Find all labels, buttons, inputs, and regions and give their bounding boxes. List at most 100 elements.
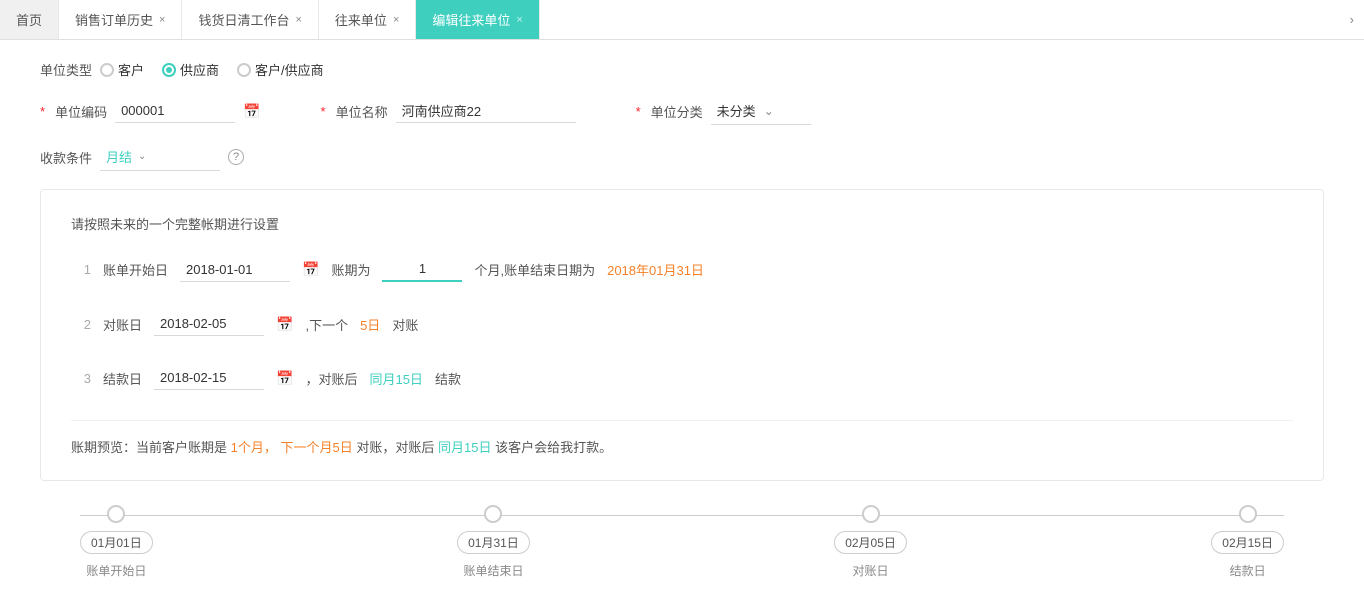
timeline-dot-4-label: 02月15日: [1211, 531, 1284, 554]
payment-terms-group: 收款条件 月结 ⌄ ?: [40, 143, 244, 171]
period-row-3-calendar-icon[interactable]: 📅: [276, 370, 293, 387]
radio-customer-circle: [100, 63, 114, 77]
period-input[interactable]: [382, 257, 462, 282]
unit-type-row: 单位类型 客户 供应商 客户/供应商: [40, 60, 1324, 79]
preview-label: 账期预览：当前客户账期是: [71, 440, 227, 455]
timeline-dot-3-sublabel: 对账日: [853, 562, 889, 579]
radio-customer-label: 客户: [118, 60, 144, 79]
period-row-1: 1 账单开始日 📅 账期为 个月,账单结束日期为 2018年01月31日: [71, 257, 1293, 282]
period-row-3-prefix: ，对账后: [305, 369, 357, 388]
tab-home[interactable]: 首页: [0, 0, 59, 39]
period-row-1-calendar-icon[interactable]: 📅: [302, 261, 319, 278]
timeline-dot-4-sublabel: 结款日: [1230, 562, 1266, 579]
period-row-2-highlight-mid: 5日: [360, 315, 380, 334]
tab-counterparty[interactable]: 往来单位 ×: [319, 0, 416, 39]
preview-middle: 对账，对账后: [356, 440, 434, 455]
preview-part1: 1个月，: [231, 440, 277, 455]
period-section: 请按照未来的一个完整帐期进行设置 1 账单开始日 📅 账期为 个月,账单结束日期…: [40, 189, 1324, 481]
unit-info-row: * 单位编码 📅 * 单位名称 * 单位分类 未分类 ⌄: [40, 97, 1324, 125]
preview-section: 账期预览：当前客户账期是 1个月， 下一个月5日 对账，对账后 同月15日 该客…: [71, 420, 1293, 456]
unit-category-chevron-icon: ⌄: [764, 104, 774, 118]
unit-code-calendar-icon[interactable]: 📅: [243, 103, 260, 120]
payment-terms-label: 收款条件: [40, 148, 92, 167]
period-row-2-calendar-icon[interactable]: 📅: [276, 316, 293, 333]
unit-type-label: 单位类型: [40, 60, 92, 79]
unit-category-group: * 单位分类 未分类 ⌄: [636, 97, 811, 125]
preview-suffix: 该客户会给我打款。: [495, 440, 612, 455]
unit-code-required: *: [40, 104, 45, 119]
period-row-3-highlight-mid: 同月15日: [369, 369, 422, 388]
timeline-dot-2: 01月31日 账单结束日: [457, 505, 530, 579]
period-row-3-suffix: 结款: [435, 369, 461, 388]
radio-supplier[interactable]: 供应商: [162, 60, 219, 79]
timeline-dots: 01月01日 账单开始日 01月31日 账单结束日 02月05日 对账日 02月…: [80, 505, 1284, 579]
timeline-dot-3: 02月05日 对账日: [834, 505, 907, 579]
timeline-dot-1: 01月01日 账单开始日: [80, 505, 153, 579]
radio-supplier-label: 供应商: [180, 60, 219, 79]
period-row-2-date-input[interactable]: [154, 312, 264, 336]
tab-edit-label: 编辑往来单位: [432, 10, 510, 29]
period-row-1-date-input[interactable]: [180, 258, 290, 282]
unit-category-select[interactable]: 未分类 ⌄: [711, 97, 811, 125]
unit-name-required: *: [321, 104, 326, 119]
radio-both-label: 客户/供应商: [255, 60, 324, 79]
period-row-1-suffix: 个月,账单结束日期为: [474, 260, 595, 279]
radio-supplier-circle: [162, 63, 176, 77]
period-row-1-highlight: 2018年01月31日: [607, 260, 704, 279]
tab-arrow-icon[interactable]: ›: [1340, 0, 1364, 39]
tab-cash-reconciliation[interactable]: 钱货日清工作台 ×: [182, 0, 318, 39]
timeline-dot-3-label: 02月05日: [834, 531, 907, 554]
period-row-2-number: 2: [71, 317, 91, 332]
payment-terms-row: 收款条件 月结 ⌄ ?: [40, 143, 1324, 171]
tab-counterparty-label: 往来单位: [335, 10, 387, 29]
period-row-1-label: 账单开始日: [103, 260, 168, 279]
period-row-2-suffix: 对账: [392, 315, 418, 334]
radio-both-circle: [237, 63, 251, 77]
unit-category-value: 未分类: [717, 101, 756, 120]
payment-terms-help-icon[interactable]: ?: [228, 149, 244, 165]
tab-counterparty-close-icon[interactable]: ×: [393, 14, 399, 26]
payment-terms-arrow-icon: ⌄: [138, 151, 146, 162]
period-row-1-number: 1: [71, 262, 91, 277]
tab-bar: 首页 销售订单历史 × 钱货日清工作台 × 往来单位 × 编辑往来单位 × ›: [0, 0, 1364, 40]
payment-terms-select[interactable]: 月结 ⌄: [100, 143, 220, 171]
timeline-wrapper: 01月01日 账单开始日 01月31日 账单结束日 02月05日 对账日 02月…: [40, 505, 1324, 579]
tab-sales-order-history[interactable]: 销售订单历史 ×: [59, 0, 182, 39]
timeline-dot-4-circle: [1239, 505, 1257, 523]
section-instruction: 请按照未来的一个完整帐期进行设置: [71, 214, 1293, 233]
timeline-dot-2-label: 01月31日: [457, 531, 530, 554]
preview-part3: 同月15日: [438, 440, 491, 455]
period-row-1-prefix: 账期为: [331, 260, 370, 279]
unit-type-radio-group: 客户 供应商 客户/供应商: [100, 60, 324, 79]
tab-edit-counterparty[interactable]: 编辑往来单位 ×: [416, 0, 539, 39]
tab-sales-close-icon[interactable]: ×: [159, 14, 165, 26]
period-row-2-label: 对账日: [103, 315, 142, 334]
unit-name-label: 单位名称: [336, 102, 388, 121]
timeline-dot-2-circle: [484, 505, 502, 523]
timeline-dot-1-circle: [107, 505, 125, 523]
timeline-dot-1-label: 01月01日: [80, 531, 153, 554]
period-row-3-label: 结款日: [103, 369, 142, 388]
main-content: 单位类型 客户 供应商 客户/供应商 * 单位编码: [0, 40, 1364, 608]
unit-code-label: 单位编码: [55, 102, 107, 121]
period-row-3-date-input[interactable]: [154, 366, 264, 390]
tab-edit-close-icon[interactable]: ×: [516, 14, 522, 26]
period-row-3-number: 3: [71, 371, 91, 386]
timeline-dot-3-circle: [862, 505, 880, 523]
unit-name-input[interactable]: [396, 99, 576, 123]
unit-code-input[interactable]: [115, 99, 235, 123]
radio-customer[interactable]: 客户: [100, 60, 144, 79]
preview-part2: 下一个月5日: [281, 440, 353, 455]
unit-name-group: * 单位名称: [321, 99, 576, 123]
period-row-2: 2 对账日 📅 ,下一个 5日 对账: [71, 312, 1293, 336]
payment-terms-value: 月结: [106, 147, 132, 166]
unit-code-group: * 单位编码 📅: [40, 99, 261, 123]
unit-category-label: 单位分类: [651, 102, 703, 121]
tab-cash-close-icon[interactable]: ×: [295, 14, 301, 26]
timeline-dot-4: 02月15日 结款日: [1211, 505, 1284, 579]
timeline-dot-1-sublabel: 账单开始日: [86, 562, 146, 579]
tab-sales-label: 销售订单历史: [75, 10, 153, 29]
unit-type-group: 单位类型 客户 供应商 客户/供应商: [40, 60, 324, 79]
timeline-dot-2-sublabel: 账单结束日: [463, 562, 523, 579]
radio-customer-supplier[interactable]: 客户/供应商: [237, 60, 324, 79]
